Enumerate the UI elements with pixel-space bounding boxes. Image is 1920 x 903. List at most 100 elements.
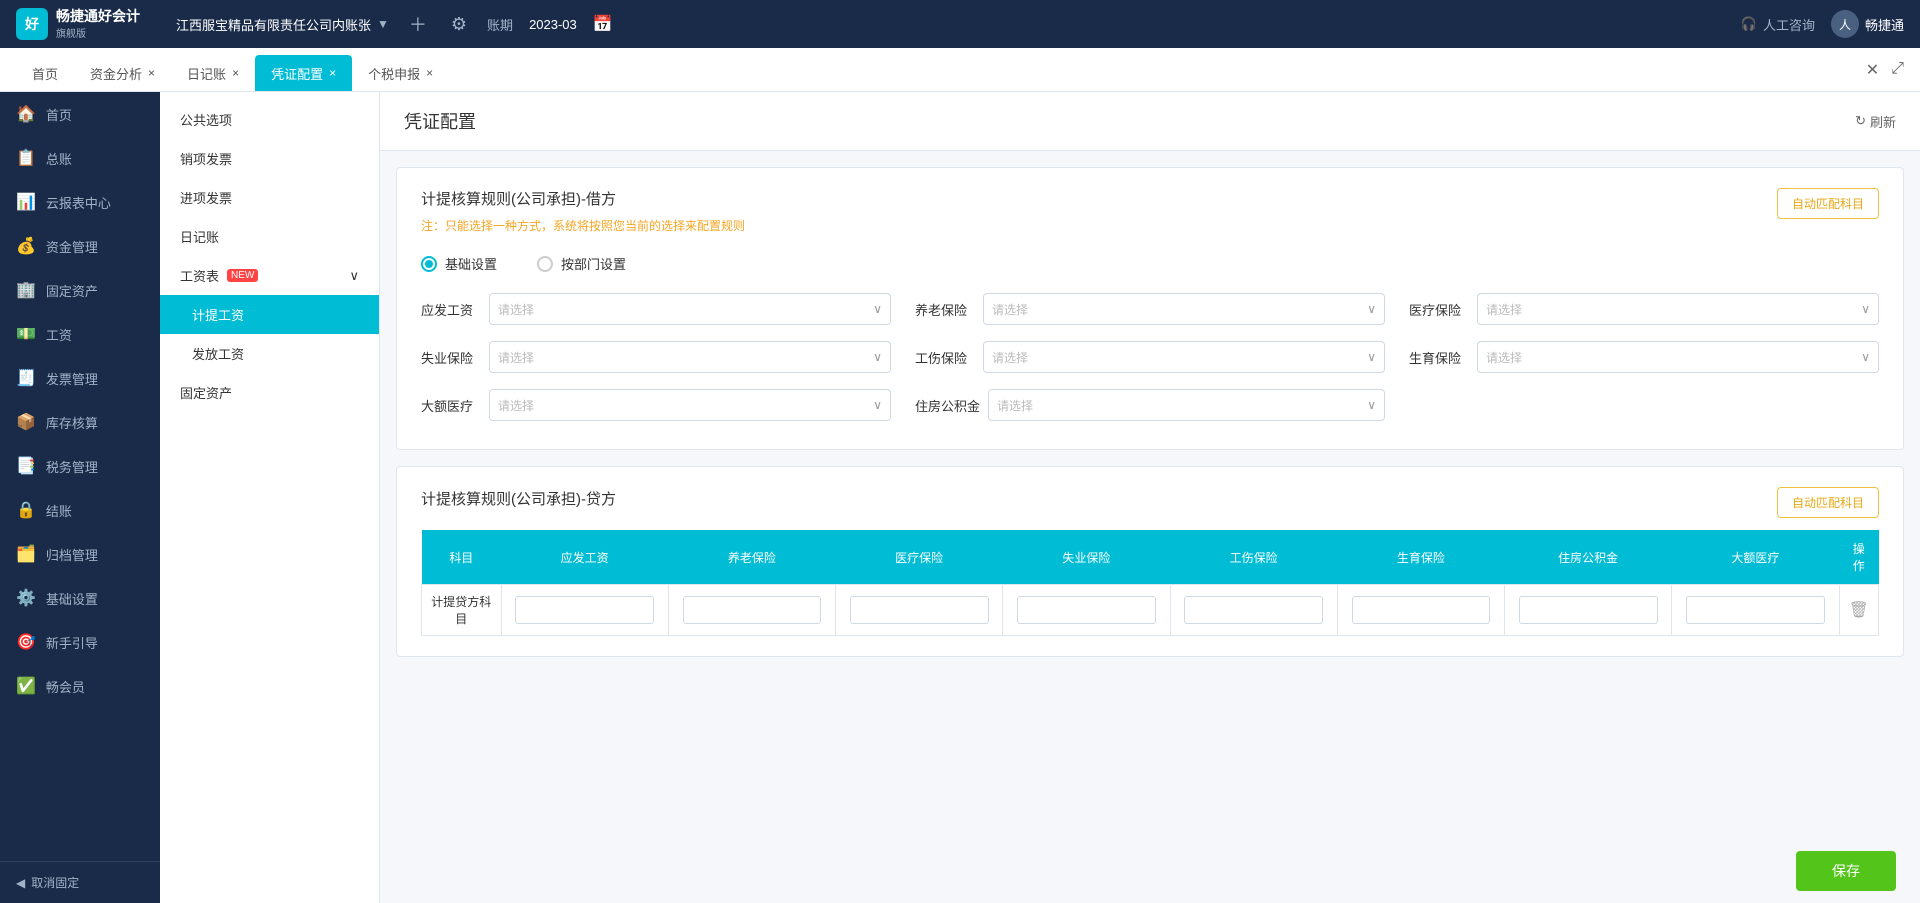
debit-section-title: 计提核算规则(公司承担)-借方 bbox=[421, 188, 745, 209]
cell-delete[interactable]: 🗑 bbox=[1839, 585, 1878, 636]
support-button[interactable]: 🎧 人工咨询 bbox=[1741, 15, 1815, 34]
input-yiliao[interactable] bbox=[850, 596, 989, 624]
cell-yingfa[interactable] bbox=[501, 585, 668, 636]
chevron-down-icon: ▼ bbox=[377, 17, 389, 31]
label-daeyiliao: 大额医疗 bbox=[421, 396, 481, 415]
archive-icon: 🗂️ bbox=[16, 544, 36, 564]
input-daeyiliao[interactable] bbox=[1686, 596, 1825, 624]
input-shiye[interactable] bbox=[1017, 596, 1156, 624]
radio-checked-icon bbox=[421, 256, 437, 272]
close-icon[interactable]: × bbox=[426, 66, 433, 80]
sidebar-item-reports[interactable]: 📊 云报表中心 bbox=[0, 180, 160, 224]
input-shengyu[interactable] bbox=[1352, 596, 1491, 624]
tab-home[interactable]: 首页 bbox=[16, 55, 74, 91]
settings-button[interactable]: ⚙ bbox=[447, 10, 471, 39]
cancel-pin-label: 取消固定 bbox=[31, 874, 79, 891]
select-arrow-icon: ∨ bbox=[873, 398, 882, 412]
cell-yanglao[interactable] bbox=[668, 585, 835, 636]
field-yingfa-wages: 应发工资 请选择 ∨ bbox=[421, 293, 891, 325]
sidebar-item-guide[interactable]: 🎯 新手引导 bbox=[0, 620, 160, 664]
auto-match-credit-button[interactable]: 自动匹配科目 bbox=[1777, 487, 1879, 518]
auto-match-debit-button[interactable]: 自动匹配科目 bbox=[1777, 188, 1879, 219]
select-arrow-icon: ∨ bbox=[1367, 302, 1376, 316]
input-yanglao[interactable] bbox=[683, 596, 822, 624]
calendar-icon[interactable]: 📅 bbox=[593, 14, 613, 34]
left-nav-accrual-salary[interactable]: 计提工资 bbox=[160, 295, 379, 334]
tab-journal[interactable]: 日记账 × bbox=[171, 55, 255, 91]
select-arrow-icon: ∨ bbox=[873, 302, 882, 316]
sidebar-item-close[interactable]: 🔒 结账 bbox=[0, 488, 160, 532]
radio-department[interactable]: 按部门设置 bbox=[537, 254, 626, 273]
user-area[interactable]: 人 畅捷通 bbox=[1831, 10, 1904, 38]
delete-icon[interactable]: 🗑 bbox=[1849, 602, 1869, 619]
member-icon: ✅ bbox=[16, 676, 36, 696]
cell-gongjijin[interactable] bbox=[1505, 585, 1672, 636]
expand-icon[interactable]: ⤢ bbox=[1891, 60, 1904, 80]
cancel-pin-button[interactable]: ◀ 取消固定 bbox=[0, 861, 160, 903]
avatar: 人 bbox=[1831, 10, 1859, 38]
ledger-icon: 📋 bbox=[16, 148, 36, 168]
company-selector[interactable]: 江西服宝精品有限责任公司内账张 ▼ bbox=[176, 15, 389, 34]
logo-area: 好 畅捷通好会计 旗舰版 bbox=[16, 8, 176, 40]
cell-daeyiliao[interactable] bbox=[1672, 585, 1839, 636]
refresh-button[interactable]: ↻ 刷新 bbox=[1855, 112, 1896, 131]
add-button[interactable]: ＋ bbox=[405, 7, 431, 41]
select-daeyiliao[interactable]: 请选择 ∨ bbox=[489, 389, 891, 421]
select-gongjijin[interactable]: 请选择 ∨ bbox=[988, 389, 1385, 421]
select-yanglao[interactable]: 请选择 ∨ bbox=[983, 293, 1385, 325]
sidebar-item-settings[interactable]: ⚙️ 基础设置 bbox=[0, 576, 160, 620]
input-gongshang[interactable] bbox=[1184, 596, 1323, 624]
left-nav-purchase-invoice[interactable]: 进项发票 bbox=[160, 178, 379, 217]
left-nav-journal[interactable]: 日记账 bbox=[160, 217, 379, 256]
salary-icon: 💵 bbox=[16, 324, 36, 344]
cell-gongshang[interactable] bbox=[1170, 585, 1337, 636]
page-header: 凭证配置 ↻ 刷新 bbox=[380, 92, 1920, 151]
close-icon[interactable]: × bbox=[329, 66, 336, 80]
radio-basic[interactable]: 基础设置 bbox=[421, 254, 497, 273]
sidebar-label-close: 结账 bbox=[46, 501, 72, 520]
sidebar-label-salary: 工资 bbox=[46, 325, 72, 344]
left-nav-fixed-assets[interactable]: 固定资产 bbox=[160, 373, 379, 412]
close-window-icon[interactable]: ✕ bbox=[1866, 60, 1879, 80]
top-header: 好 畅捷通好会计 旗舰版 江西服宝精品有限责任公司内账张 ▼ ＋ ⚙ 账期 20… bbox=[0, 0, 1920, 48]
save-button[interactable]: 保存 bbox=[1796, 851, 1896, 891]
sidebar-label-guide: 新手引导 bbox=[46, 633, 98, 652]
sidebar-item-salary[interactable]: 💵 工资 bbox=[0, 312, 160, 356]
sidebar-item-invoice[interactable]: 🧾 发票管理 bbox=[0, 356, 160, 400]
tab-voucher-config[interactable]: 凭证配置 × bbox=[255, 55, 352, 91]
col-action: 操作 bbox=[1839, 530, 1878, 585]
sidebar-label-invoice: 发票管理 bbox=[46, 369, 98, 388]
close-icon[interactable]: × bbox=[148, 66, 155, 80]
assets-icon: 🏢 bbox=[16, 280, 36, 300]
sidebar-item-member[interactable]: ✅ 畅会员 bbox=[0, 664, 160, 708]
sidebar-item-home[interactable]: 🏠 首页 bbox=[0, 92, 160, 136]
cell-yiliao[interactable] bbox=[836, 585, 1003, 636]
select-arrow-icon: ∨ bbox=[873, 350, 882, 364]
tab-funds[interactable]: 资金分析 × bbox=[74, 55, 171, 91]
sidebar-item-funds[interactable]: 💰 资金管理 bbox=[0, 224, 160, 268]
select-yiliao[interactable]: 请选择 ∨ bbox=[1477, 293, 1879, 325]
tab-tax[interactable]: 个税申报 × bbox=[352, 55, 449, 91]
radio-group: 基础设置 按部门设置 bbox=[421, 254, 1879, 273]
sidebar-item-tax[interactable]: 📑 税务管理 bbox=[0, 444, 160, 488]
sidebar-item-archive[interactable]: 🗂️ 归档管理 bbox=[0, 532, 160, 576]
select-shiye[interactable]: 请选择 ∨ bbox=[489, 341, 891, 373]
reports-icon: 📊 bbox=[16, 192, 36, 212]
left-nav-sales-invoice[interactable]: 销项发票 bbox=[160, 139, 379, 178]
left-nav-public[interactable]: 公共选项 bbox=[160, 100, 379, 139]
table-row: 计提贷方科目 🗑 bbox=[422, 585, 1879, 636]
user-name: 畅捷通 bbox=[1865, 15, 1904, 34]
select-gongshang[interactable]: 请选择 ∨ bbox=[983, 341, 1385, 373]
sidebar-item-assets[interactable]: 🏢 固定资产 bbox=[0, 268, 160, 312]
sidebar-item-ledger[interactable]: 📋 总账 bbox=[0, 136, 160, 180]
input-gongjijin[interactable] bbox=[1519, 596, 1658, 624]
close-icon[interactable]: × bbox=[232, 66, 239, 80]
left-nav-pay-salary[interactable]: 发放工资 bbox=[160, 334, 379, 373]
sidebar-item-inventory[interactable]: 📦 库存核算 bbox=[0, 400, 160, 444]
cell-shiye[interactable] bbox=[1003, 585, 1170, 636]
left-nav-payroll-table[interactable]: 工资表 NEW ∨ bbox=[160, 256, 379, 295]
input-yingfa[interactable] bbox=[515, 596, 654, 624]
select-yingfa[interactable]: 请选择 ∨ bbox=[489, 293, 891, 325]
select-shengyu[interactable]: 请选择 ∨ bbox=[1477, 341, 1879, 373]
cell-shengyu[interactable] bbox=[1337, 585, 1504, 636]
